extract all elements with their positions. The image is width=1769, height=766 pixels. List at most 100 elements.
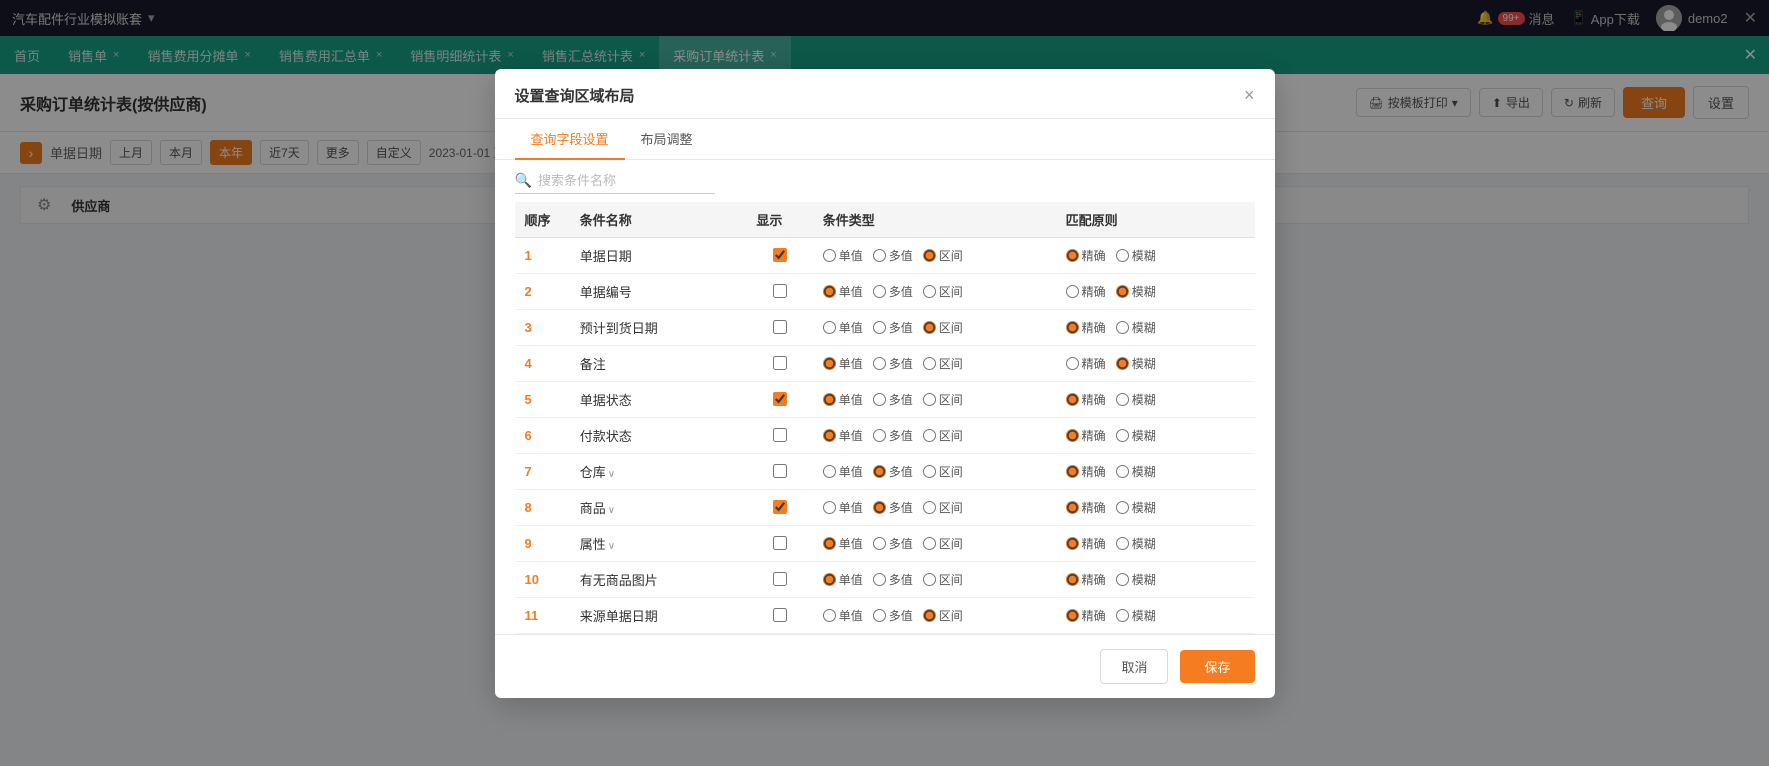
radio-match-模糊[interactable]: 模糊	[1116, 499, 1156, 516]
display-checkbox[interactable]	[773, 572, 787, 586]
radio-type-单值[interactable]: 单值	[823, 247, 863, 264]
radio-match-精确[interactable]: 精确	[1066, 319, 1106, 336]
radio-match-模糊[interactable]: 模糊	[1116, 463, 1156, 480]
display-checkbox[interactable]	[773, 536, 787, 550]
display-checkbox[interactable]	[773, 500, 787, 514]
radio-type-区间[interactable]: 区间	[923, 499, 963, 516]
radio-type-区间[interactable]: 区间	[923, 427, 963, 444]
row-type-selector: 单值多值区间	[813, 453, 1056, 489]
radio-match-精确[interactable]: 精确	[1066, 355, 1106, 372]
radio-match-模糊[interactable]: 模糊	[1116, 535, 1156, 552]
display-checkbox[interactable]	[773, 392, 787, 406]
radio-match-精确[interactable]: 精确	[1066, 463, 1106, 480]
radio-match-精确[interactable]: 精确	[1066, 427, 1106, 444]
col-header-type: 条件类型	[813, 202, 1056, 238]
row-display-toggle[interactable]	[746, 381, 812, 417]
radio-type-单值[interactable]: 单值	[823, 319, 863, 336]
chevron-down-icon[interactable]: ∨	[608, 469, 615, 480]
row-display-toggle[interactable]	[746, 237, 812, 273]
radio-type-多值[interactable]: 多值	[873, 247, 913, 264]
radio-match-精确[interactable]: 精确	[1066, 391, 1106, 408]
radio-match-模糊[interactable]: 模糊	[1116, 355, 1156, 372]
dialog-footer: 取消 保存	[495, 634, 1275, 698]
radio-type-多值[interactable]: 多值	[873, 355, 913, 372]
radio-type-区间[interactable]: 区间	[923, 571, 963, 588]
radio-type-单值[interactable]: 单值	[823, 535, 863, 552]
radio-type-多值[interactable]: 多值	[873, 499, 913, 516]
radio-match-精确[interactable]: 精确	[1066, 571, 1106, 588]
radio-type-多值[interactable]: 多值	[873, 463, 913, 480]
row-display-toggle[interactable]	[746, 489, 812, 525]
radio-type-多值[interactable]: 多值	[873, 535, 913, 552]
display-checkbox[interactable]	[773, 428, 787, 442]
row-order: 2	[515, 273, 570, 309]
dialog-tab-layout[interactable]: 布局调整	[625, 119, 709, 160]
radio-match-模糊[interactable]: 模糊	[1116, 391, 1156, 408]
row-display-toggle[interactable]	[746, 453, 812, 489]
radio-match-精确[interactable]: 精确	[1066, 283, 1106, 300]
row-display-toggle[interactable]	[746, 597, 812, 633]
radio-type-多值[interactable]: 多值	[873, 607, 913, 624]
radio-type-区间[interactable]: 区间	[923, 355, 963, 372]
radio-type-单值[interactable]: 单值	[823, 427, 863, 444]
save-button[interactable]: 保存	[1180, 650, 1254, 683]
dialog-tab-query-fields[interactable]: 查询字段设置	[515, 119, 625, 160]
radio-type-单值[interactable]: 单值	[823, 607, 863, 624]
dialog-close-button[interactable]: ×	[1244, 86, 1255, 104]
row-condition-name: 商品∨	[570, 489, 747, 525]
row-type-selector: 单值多值区间	[813, 525, 1056, 561]
radio-match-精确[interactable]: 精确	[1066, 247, 1106, 264]
table-row: 4备注单值多值区间精确模糊	[515, 345, 1255, 381]
radio-type-多值[interactable]: 多值	[873, 283, 913, 300]
display-checkbox[interactable]	[773, 356, 787, 370]
display-checkbox[interactable]	[773, 608, 787, 622]
radio-match-精确[interactable]: 精确	[1066, 607, 1106, 624]
row-display-toggle[interactable]	[746, 273, 812, 309]
row-display-toggle[interactable]	[746, 561, 812, 597]
display-checkbox[interactable]	[773, 284, 787, 298]
radio-type-单值[interactable]: 单值	[823, 499, 863, 516]
radio-type-区间[interactable]: 区间	[923, 391, 963, 408]
row-display-toggle[interactable]	[746, 417, 812, 453]
radio-match-模糊[interactable]: 模糊	[1116, 319, 1156, 336]
display-checkbox[interactable]	[773, 320, 787, 334]
display-checkbox[interactable]	[773, 248, 787, 262]
row-order: 9	[515, 525, 570, 561]
chevron-down-icon[interactable]: ∨	[608, 505, 615, 516]
radio-match-模糊[interactable]: 模糊	[1116, 571, 1156, 588]
search-input[interactable]	[538, 173, 698, 188]
display-checkbox[interactable]	[773, 464, 787, 478]
radio-type-区间[interactable]: 区间	[923, 319, 963, 336]
cancel-button[interactable]: 取消	[1100, 649, 1168, 684]
radio-match-模糊[interactable]: 模糊	[1116, 427, 1156, 444]
radio-type-单值[interactable]: 单值	[823, 571, 863, 588]
radio-type-区间[interactable]: 区间	[923, 283, 963, 300]
radio-match-模糊[interactable]: 模糊	[1116, 607, 1156, 624]
radio-type-区间[interactable]: 区间	[923, 535, 963, 552]
modal-overlay: 设置查询区域布局 × 查询字段设置 布局调整 🔍 顺序	[0, 0, 1769, 766]
radio-type-多值[interactable]: 多值	[873, 571, 913, 588]
radio-type-单值[interactable]: 单值	[823, 463, 863, 480]
radio-match-精确[interactable]: 精确	[1066, 499, 1106, 516]
radio-type-区间[interactable]: 区间	[923, 247, 963, 264]
radio-match-精确[interactable]: 精确	[1066, 535, 1106, 552]
chevron-down-icon[interactable]: ∨	[608, 541, 615, 552]
row-type-selector: 单值多值区间	[813, 381, 1056, 417]
radio-type-单值[interactable]: 单值	[823, 283, 863, 300]
radio-type-多值[interactable]: 多值	[873, 391, 913, 408]
radio-match-模糊[interactable]: 模糊	[1116, 283, 1156, 300]
radio-type-区间[interactable]: 区间	[923, 607, 963, 624]
row-display-toggle[interactable]	[746, 525, 812, 561]
row-display-toggle[interactable]	[746, 345, 812, 381]
col-header-display: 显示	[746, 202, 812, 238]
row-condition-name: 属性∨	[570, 525, 747, 561]
radio-type-单值[interactable]: 单值	[823, 355, 863, 372]
radio-type-多值[interactable]: 多值	[873, 427, 913, 444]
dialog-title: 设置查询区域布局	[515, 85, 635, 106]
radio-type-区间[interactable]: 区间	[923, 463, 963, 480]
dialog-search-area: 🔍	[495, 160, 1275, 202]
radio-type-多值[interactable]: 多值	[873, 319, 913, 336]
radio-match-模糊[interactable]: 模糊	[1116, 247, 1156, 264]
radio-type-单值[interactable]: 单值	[823, 391, 863, 408]
row-display-toggle[interactable]	[746, 309, 812, 345]
